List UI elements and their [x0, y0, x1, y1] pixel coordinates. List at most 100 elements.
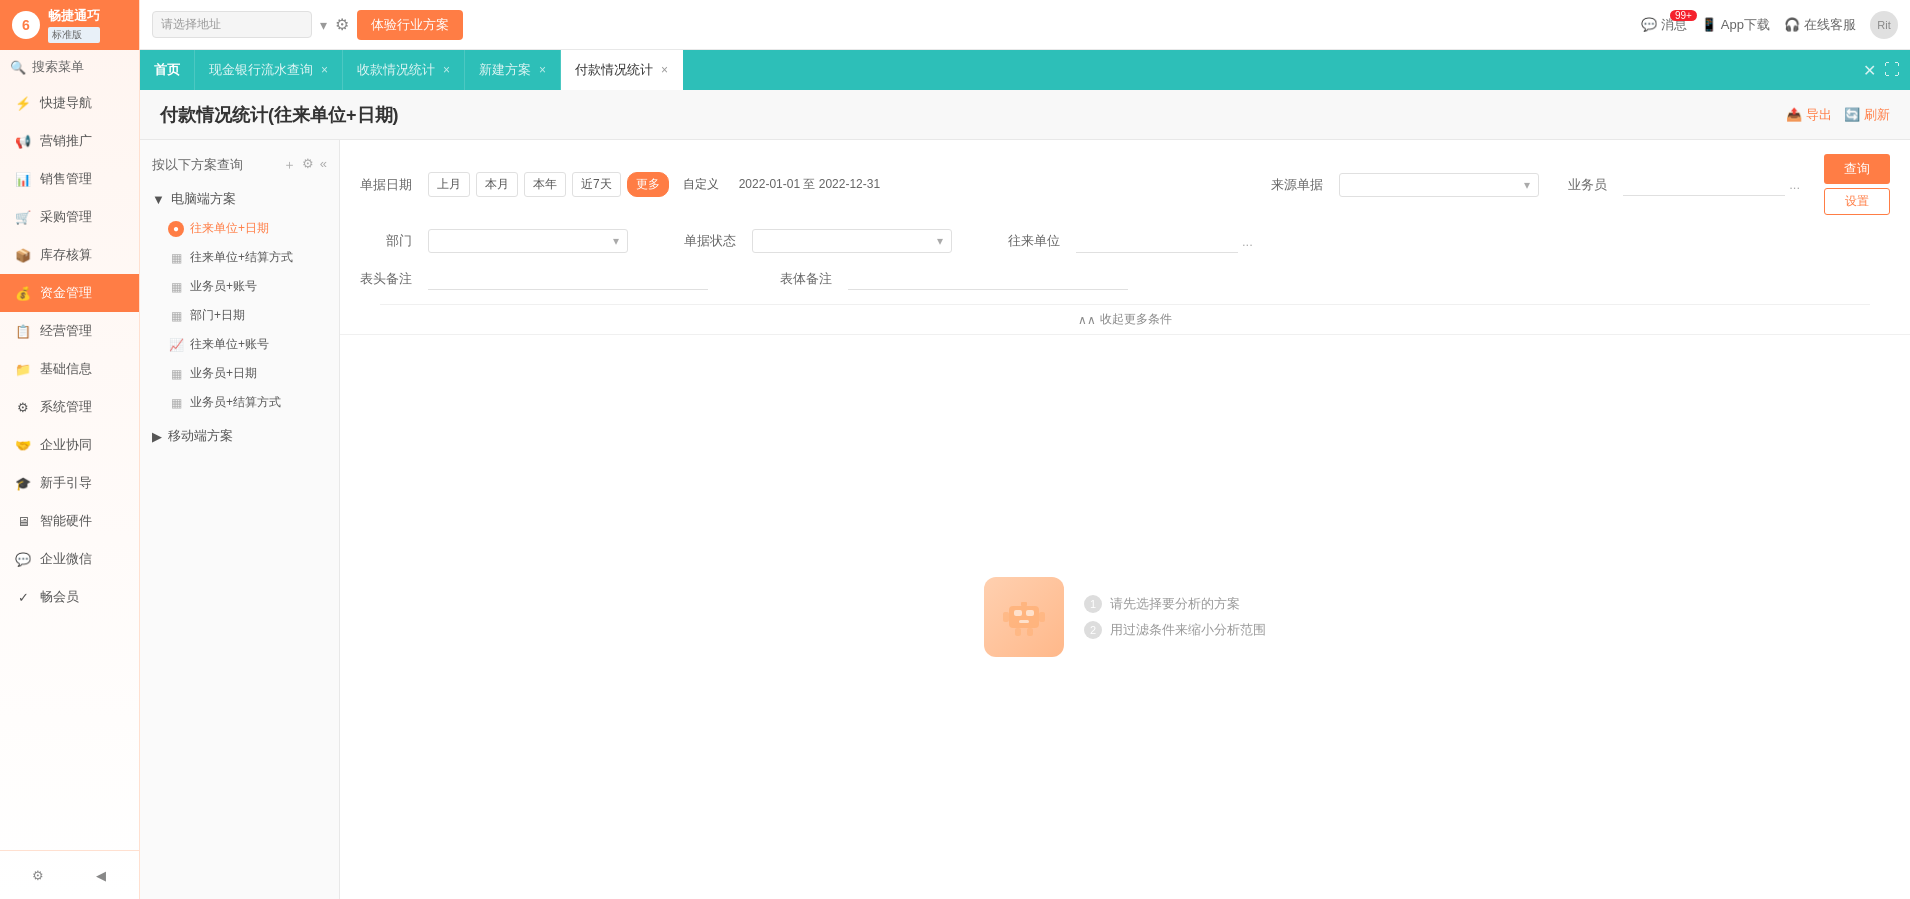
- topbar-right: 💬 消息 99+ 📱 App下载 🎧 在线客服 Rit: [1641, 11, 1898, 39]
- body-note-input[interactable]: [848, 267, 1128, 290]
- avatar[interactable]: Rit: [1870, 11, 1898, 39]
- sidebar-settings-btn[interactable]: ⚙: [10, 861, 66, 889]
- topbar-gear-icon[interactable]: ⚙: [335, 15, 349, 34]
- header-note-input[interactable]: [428, 267, 708, 290]
- tab-payment-close[interactable]: ×: [661, 63, 668, 77]
- scheme-group-mobile-header[interactable]: ▶ 移动端方案: [140, 421, 339, 451]
- enterprise-icon: 🤝: [14, 436, 32, 454]
- unit-input[interactable]: [1076, 230, 1238, 253]
- chevron-right-icon: ▶: [152, 429, 162, 444]
- sidebar-item-member[interactable]: ✓ 畅会员: [0, 578, 139, 616]
- empty-tip-1: 1 请先选择要分析的方案: [1084, 595, 1266, 613]
- sidebar-item-funds[interactable]: 💰 资金管理: [0, 274, 139, 312]
- sidebar-item-system[interactable]: ⚙ 系统管理: [0, 388, 139, 426]
- left-panel-settings-icon[interactable]: ⚙: [302, 156, 314, 174]
- staff-filter-wrapper: ...: [1623, 173, 1800, 196]
- sidebar-collapse-btn[interactable]: ◀: [74, 861, 130, 889]
- collapse-label: 收起更多条件: [1100, 311, 1172, 328]
- scheme-item-staff-settle-label: 业务员+结算方式: [190, 394, 281, 411]
- sidebar-item-inventory[interactable]: 📦 库存核算: [0, 236, 139, 274]
- date-btn-this-year[interactable]: 本年: [524, 172, 566, 197]
- tab-receipt-close[interactable]: ×: [443, 63, 450, 77]
- empty-robot-illustration: [984, 577, 1064, 657]
- scheme-item-unit-account-label: 往来单位+账号: [190, 336, 269, 353]
- dept-select[interactable]: ▾: [428, 229, 628, 253]
- empty-tip-2: 2 用过滤条件来缩小分析范围: [1084, 621, 1266, 639]
- sidebar-item-label: 畅会员: [40, 588, 79, 606]
- tab-bank[interactable]: 现金银行流水查询 ×: [195, 50, 343, 90]
- export-btn[interactable]: 📤 导出: [1786, 106, 1832, 124]
- svg-rect-0: [1009, 606, 1039, 628]
- date-btn-more[interactable]: 更多: [627, 172, 669, 197]
- left-panel: 按以下方案查询 ＋ ⚙ « ▼ 电脑端方案 ● 往来单位+日期: [140, 140, 340, 899]
- sidebar-item-quick-nav[interactable]: ⚡ 快捷导航: [0, 84, 139, 122]
- date-btn-this-month[interactable]: 本月: [476, 172, 518, 197]
- scheme-item-staff-settle[interactable]: ▦ 业务员+结算方式: [140, 388, 339, 417]
- sidebar-item-wechat[interactable]: 💬 企业微信: [0, 540, 139, 578]
- service-btn[interactable]: 🎧 在线客服: [1784, 16, 1856, 34]
- refresh-label: 刷新: [1864, 106, 1890, 124]
- basic-icon: 📁: [14, 360, 32, 378]
- tab-bank-label: 现金银行流水查询: [209, 61, 313, 79]
- unit-more-btn[interactable]: ...: [1242, 234, 1253, 249]
- page-header-right: 📤 导出 🔄 刷新: [1786, 106, 1890, 124]
- topbar: 请选择地址 ▾ ⚙ 体验行业方案 💬 消息 99+ 📱 App下载 🎧 在线客服…: [140, 0, 1910, 50]
- sidebar-item-label: 销售管理: [40, 170, 92, 188]
- filter-row-1: 单据日期 上月 本月 本年 近7天 更多 自定义 2022-01-01 至 20…: [360, 154, 1890, 215]
- scheme-item-dept-date[interactable]: ▦ 部门+日期: [140, 301, 339, 330]
- sales-icon: 📊: [14, 170, 32, 188]
- address-display[interactable]: 请选择地址: [152, 11, 312, 38]
- tab-home[interactable]: 首页: [140, 50, 195, 90]
- page-header: 付款情况统计(往来单位+日期) 📤 导出 🔄 刷新: [140, 90, 1910, 140]
- scheme-item-unit-date[interactable]: ● 往来单位+日期: [140, 214, 339, 243]
- scheme-item-staff-date[interactable]: ▦ 业务员+日期: [140, 359, 339, 388]
- sidebar-item-enterprise[interactable]: 🤝 企业协同: [0, 426, 139, 464]
- sidebar-item-label: 企业微信: [40, 550, 92, 568]
- tab-receipt[interactable]: 收款情况统计 ×: [343, 50, 465, 90]
- tab-payment[interactable]: 付款情况统计 ×: [561, 50, 683, 90]
- source-select[interactable]: ▾: [1339, 173, 1539, 197]
- empty-tips: 1 请先选择要分析的方案 2 用过滤条件来缩小分析范围: [1084, 595, 1266, 639]
- staff-more-btn[interactable]: ...: [1789, 177, 1800, 192]
- trial-btn[interactable]: 体验行业方案: [357, 10, 463, 40]
- scheme-item-unit-account[interactable]: 📈 往来单位+账号: [140, 330, 339, 359]
- address-dropdown-icon[interactable]: ▾: [320, 17, 327, 33]
- scheme-item-unit-settle[interactable]: ▦ 往来单位+结算方式: [140, 243, 339, 272]
- refresh-btn[interactable]: 🔄 刷新: [1844, 106, 1890, 124]
- tab-new-scheme-close[interactable]: ×: [539, 63, 546, 77]
- sidebar-item-operations[interactable]: 📋 经营管理: [0, 312, 139, 350]
- date-btn-last-7[interactable]: 近7天: [572, 172, 621, 197]
- sidebar-item-label: 新手引导: [40, 474, 92, 492]
- messages-btn[interactable]: 💬 消息 99+: [1641, 16, 1687, 34]
- left-panel-add-icon[interactable]: ＋: [283, 156, 296, 174]
- sidebar-item-hardware[interactable]: 🖥 智能硬件: [0, 502, 139, 540]
- sidebar-item-label: 快捷导航: [40, 94, 92, 112]
- scheme-group-mobile: ▶ 移动端方案: [140, 421, 339, 451]
- scheme-item-staff-account[interactable]: ▦ 业务员+账号: [140, 272, 339, 301]
- tab-expand-btn[interactable]: ⛶: [1884, 61, 1900, 79]
- status-select[interactable]: ▾: [752, 229, 952, 253]
- tab-payment-label: 付款情况统计: [575, 61, 653, 79]
- sidebar-item-sales[interactable]: 📊 销售管理: [0, 160, 139, 198]
- collapse-filter-btn[interactable]: ∧∧ 收起更多条件: [380, 304, 1870, 334]
- scheme-group-desktop-header[interactable]: ▼ 电脑端方案: [140, 184, 339, 214]
- tab-close-all-btn[interactable]: ✕: [1863, 61, 1876, 80]
- sidebar-item-purchase[interactable]: 🛒 采购管理: [0, 198, 139, 236]
- settings-btn[interactable]: 设置: [1824, 188, 1890, 215]
- left-panel-collapse-icon[interactable]: «: [320, 156, 327, 174]
- sidebar-item-marketing[interactable]: 📢 营销推广: [0, 122, 139, 160]
- query-btn[interactable]: 查询: [1824, 154, 1890, 184]
- dept-dropdown-icon: ▾: [613, 234, 619, 248]
- filter-dates: 上月 本月 本年 近7天 更多 自定义 2022-01-01 至 2022-12…: [428, 172, 880, 197]
- tab-new-scheme[interactable]: 新建方案 ×: [465, 50, 561, 90]
- logo-text-group: 畅捷通巧 标准版: [48, 7, 100, 43]
- tab-right-btns: ✕ ⛶: [1853, 50, 1910, 90]
- tab-bank-close[interactable]: ×: [321, 63, 328, 77]
- date-btn-last-month[interactable]: 上月: [428, 172, 470, 197]
- sidebar-item-basic[interactable]: 📁 基础信息: [0, 350, 139, 388]
- search-menu[interactable]: 🔍 搜索菜单: [0, 50, 139, 84]
- sidebar-item-guide[interactable]: 🎓 新手引导: [0, 464, 139, 502]
- svg-rect-7: [1015, 628, 1021, 636]
- staff-input[interactable]: [1623, 173, 1785, 196]
- app-download-btn[interactable]: 📱 App下载: [1701, 16, 1770, 34]
